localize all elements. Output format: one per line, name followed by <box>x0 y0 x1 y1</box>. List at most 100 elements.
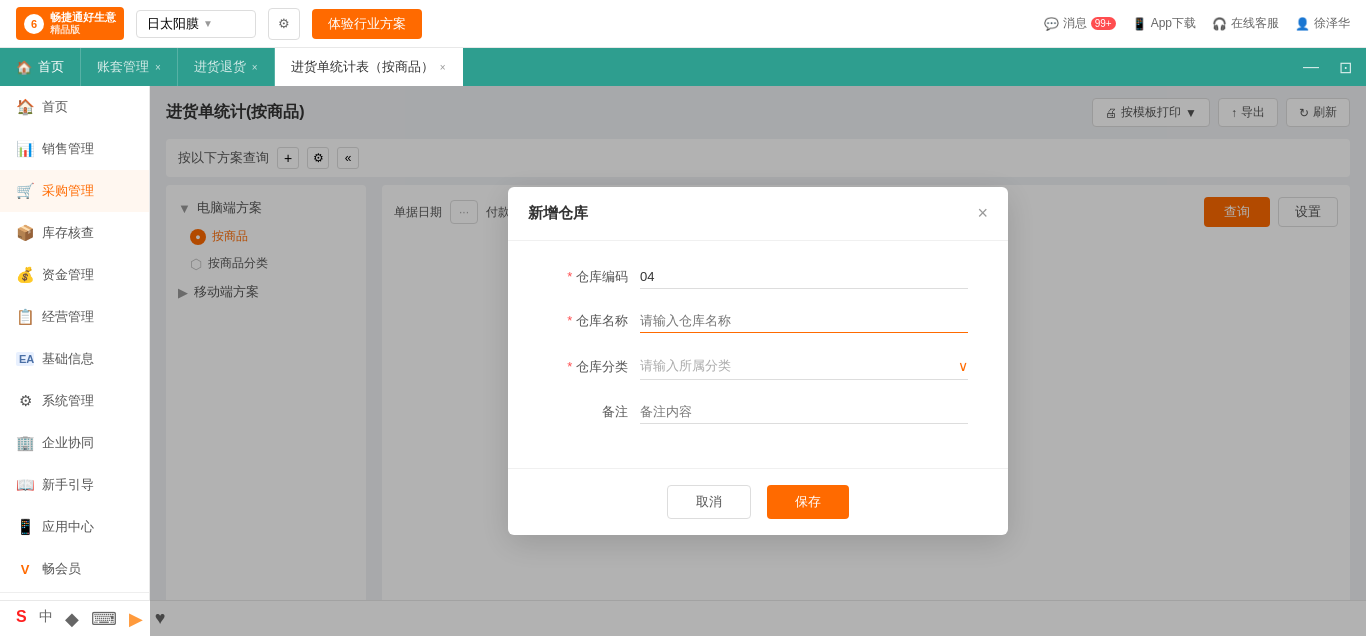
app-download-button[interactable]: 📱 App下载 <box>1132 15 1196 32</box>
message-label: 消息 <box>1063 15 1087 32</box>
main-layout: 🏠 首页 📊 销售管理 🛒 采购管理 📦 库存核查 💰 资金管理 📋 经营管理 … <box>0 86 1366 636</box>
message-button[interactable]: 💬 消息 99+ <box>1044 15 1116 32</box>
save-button[interactable]: 保存 <box>767 485 849 519</box>
customer-service-button[interactable]: 🎧 在线客服 <box>1212 15 1279 32</box>
category-arrow-icon: ∨ <box>958 358 968 374</box>
logo-area: 6 畅捷通好生意 精品版 <box>16 7 124 40</box>
name-input[interactable] <box>640 309 968 333</box>
sidebar-item-purchase[interactable]: 🛒 采购管理 <box>0 170 149 212</box>
tab-purchase-return-close[interactable]: × <box>252 62 258 73</box>
trial-button[interactable]: 体验行业方案 <box>312 9 422 39</box>
sidebar-item-guide[interactable]: 📖 新手引导 <box>0 464 149 506</box>
cancel-button[interactable]: 取消 <box>667 485 751 519</box>
modal-footer: 取消 保存 <box>508 468 1008 535</box>
note-input[interactable] <box>640 400 968 424</box>
enterprise-icon: 🏢 <box>16 434 34 452</box>
sidebar-inventory-label: 库存核查 <box>42 224 94 242</box>
tab-purchase-return[interactable]: 进货退货 × <box>178 48 275 86</box>
modal-overlay: 新增仓库 × 仓库编码 仓库名称 仓库分类 <box>150 86 1366 636</box>
phone-icon: 📱 <box>1132 17 1147 31</box>
arrow-icon[interactable]: ▶ <box>129 608 143 630</box>
member-icon: V <box>16 562 34 577</box>
content-area: 进货单统计(按商品) 🖨 按模板打印 ▼ ↑ 导出 ↻ 刷新 按以下方案查询 <box>150 86 1366 636</box>
sidebar-item-sales[interactable]: 📊 销售管理 <box>0 128 149 170</box>
chevron-down-icon: ▼ <box>203 18 213 29</box>
category-label: 仓库分类 <box>548 358 628 376</box>
message-icon: 💬 <box>1044 17 1059 31</box>
sidebar-operations-label: 经营管理 <box>42 308 94 326</box>
sidebar-member-label: 畅会员 <box>42 560 81 578</box>
header-right: 💬 消息 99+ 📱 App下载 🎧 在线客服 👤 徐泽华 <box>1044 15 1350 32</box>
sidebar-item-finance[interactable]: 💰 资金管理 <box>0 254 149 296</box>
form-row-category: 仓库分类 请输入所属分类 ∨ <box>548 353 968 380</box>
tab-home[interactable]: 🏠 首页 <box>0 48 81 86</box>
sidebar-item-home[interactable]: 🏠 首页 <box>0 86 149 128</box>
sidebar-item-enterprise[interactable]: 🏢 企业协同 <box>0 422 149 464</box>
modal-body: 仓库编码 仓库名称 仓库分类 请输入所属分类 ∨ <box>508 241 1008 468</box>
bottom-icons: S 中 ◆ ⌨ ▶ ♥ <box>16 608 165 630</box>
system-icon: ⚙ <box>16 392 34 410</box>
category-select[interactable]: 请输入所属分类 ∨ <box>640 353 968 380</box>
store-selector[interactable]: 日太阳膜 ▼ <box>136 10 256 38</box>
modal-add-warehouse: 新增仓库 × 仓库编码 仓库名称 仓库分类 <box>508 187 1008 535</box>
message-badge: 99+ <box>1091 17 1116 30</box>
user-profile-button[interactable]: 👤 徐泽华 <box>1295 15 1350 32</box>
minimize-button[interactable]: — <box>1297 56 1325 78</box>
service-label: 在线客服 <box>1231 15 1279 32</box>
user-name: 徐泽华 <box>1314 15 1350 32</box>
keyboard-icon[interactable]: ⌨ <box>91 608 117 630</box>
sales-icon: 📊 <box>16 140 34 158</box>
sidebar-item-operations[interactable]: 📋 经营管理 <box>0 296 149 338</box>
chinese-input-icon[interactable]: 中 <box>39 608 53 630</box>
tab-account[interactable]: 账套管理 × <box>81 48 178 86</box>
sidebar-guide-label: 新手引导 <box>42 476 94 494</box>
sidebar-item-system[interactable]: ⚙ 系统管理 <box>0 380 149 422</box>
sidebar-enterprise-label: 企业协同 <box>42 434 94 452</box>
modal-header: 新增仓库 × <box>508 187 1008 241</box>
sidebar-item-apps[interactable]: 📱 应用中心 <box>0 506 149 548</box>
headset-icon: 🎧 <box>1212 17 1227 31</box>
name-label: 仓库名称 <box>548 312 628 330</box>
tab-home-label: 首页 <box>38 58 64 76</box>
inventory-icon: 📦 <box>16 224 34 242</box>
tab-stats[interactable]: 进货单统计表（按商品） × <box>275 48 463 86</box>
sidebar-purchase-label: 采购管理 <box>42 182 94 200</box>
store-name: 日太阳膜 <box>147 15 199 33</box>
purchase-icon: 🛒 <box>16 182 34 200</box>
sidebar-home-label: 首页 <box>42 98 68 116</box>
sidebar-basic-info-label: 基础信息 <box>42 350 94 368</box>
sidebar-finance-label: 资金管理 <box>42 266 94 284</box>
settings-button[interactable]: ⚙ <box>268 8 300 40</box>
app-label: App下载 <box>1151 15 1196 32</box>
top-header: 6 畅捷通好生意 精品版 日太阳膜 ▼ ⚙ 体验行业方案 💬 消息 99+ 📱 … <box>0 0 1366 48</box>
operations-icon: 📋 <box>16 308 34 326</box>
tab-bar: 🏠 首页 账套管理 × 进货退货 × 进货单统计表（按商品） × — ⊡ <box>0 48 1366 86</box>
form-row-code: 仓库编码 <box>548 265 968 289</box>
apps-icon: 📱 <box>16 518 34 536</box>
form-row-note: 备注 <box>548 400 968 424</box>
tab-stats-close[interactable]: × <box>440 62 446 73</box>
modal-close-button[interactable]: × <box>977 203 988 224</box>
sidebar-system-label: 系统管理 <box>42 392 94 410</box>
diamond-icon[interactable]: ◆ <box>65 608 79 630</box>
sidebar-item-inventory[interactable]: 📦 库存核查 <box>0 212 149 254</box>
guide-icon: 📖 <box>16 476 34 494</box>
sidebar-item-member[interactable]: V 畅会员 <box>0 548 149 590</box>
tab-purchase-return-label: 进货退货 <box>194 58 246 76</box>
home-icon: 🏠 <box>16 60 32 75</box>
note-label: 备注 <box>548 403 628 421</box>
tab-stats-label: 进货单统计表（按商品） <box>291 58 434 76</box>
tab-account-close[interactable]: × <box>155 62 161 73</box>
tab-window-controls: — ⊡ <box>1297 56 1366 79</box>
sogou-icon[interactable]: S <box>16 608 27 630</box>
home-icon: 🏠 <box>16 98 34 116</box>
brand-name: 畅捷通好生意 精品版 <box>50 11 116 36</box>
sidebar-sales-label: 销售管理 <box>42 140 94 158</box>
modal-title: 新增仓库 <box>528 204 588 223</box>
sidebar: 🏠 首页 📊 销售管理 🛒 采购管理 📦 库存核查 💰 资金管理 📋 经营管理 … <box>0 86 150 636</box>
code-input[interactable] <box>640 265 968 289</box>
maximize-button[interactable]: ⊡ <box>1333 56 1358 79</box>
sidebar-item-basic-info[interactable]: EA 基础信息 <box>0 338 149 380</box>
category-placeholder: 请输入所属分类 <box>640 357 958 375</box>
tab-account-label: 账套管理 <box>97 58 149 76</box>
